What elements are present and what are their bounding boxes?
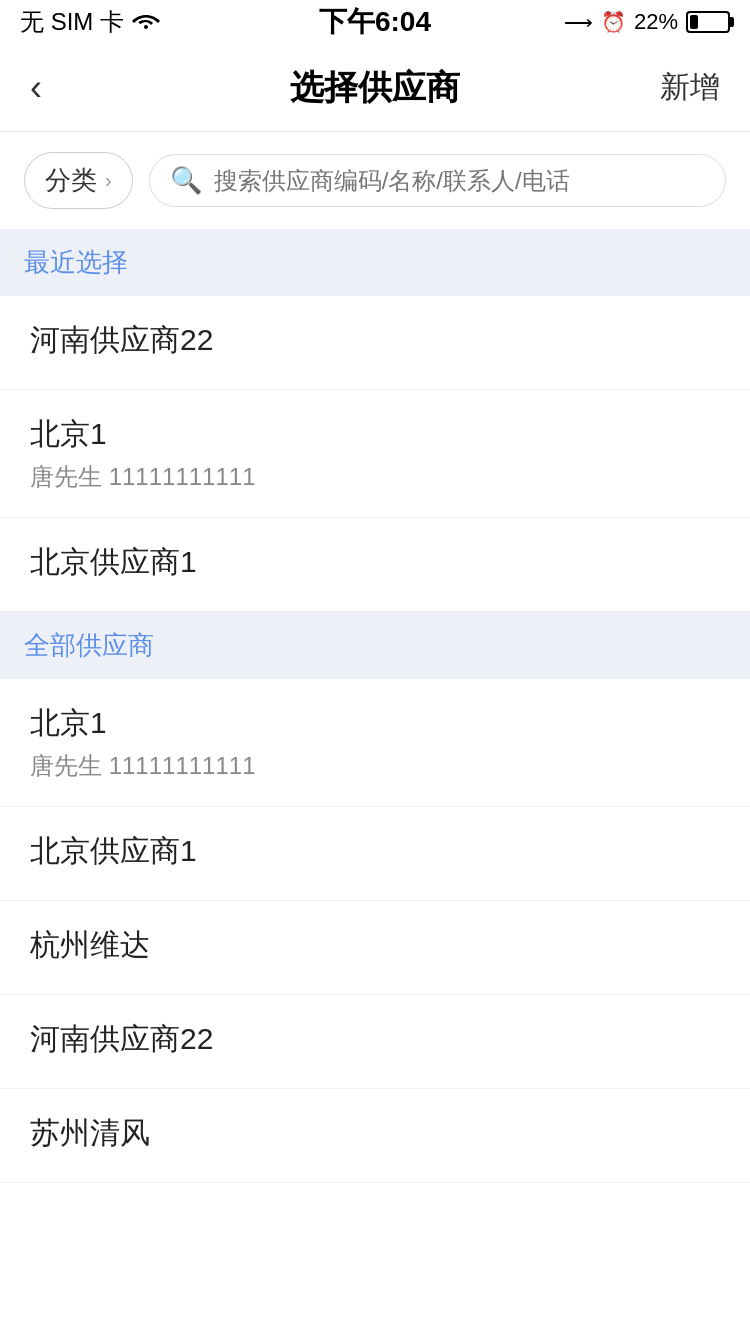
item-name: 北京供应商1 bbox=[30, 831, 720, 872]
item-name: 北京1 bbox=[30, 414, 720, 455]
list-item[interactable]: 河南供应商22 bbox=[0, 995, 750, 1089]
list-item[interactable]: 北京1 唐先生 11111111111 bbox=[0, 679, 750, 807]
wifi-icon bbox=[132, 8, 160, 36]
back-button[interactable]: ‹ bbox=[30, 67, 90, 109]
item-name: 杭州维达 bbox=[30, 925, 720, 966]
list-item[interactable]: 北京1 唐先生 11111111111 bbox=[0, 390, 750, 518]
item-name: 河南供应商22 bbox=[30, 1019, 720, 1060]
list-item[interactable]: 苏州清风 bbox=[0, 1089, 750, 1183]
item-name: 北京供应商1 bbox=[30, 542, 720, 583]
search-input[interactable] bbox=[214, 167, 705, 195]
all-list: 北京1 唐先生 11111111111 北京供应商1 杭州维达 河南供应商22 … bbox=[0, 679, 750, 1183]
item-sub: 唐先生 11111111111 bbox=[30, 461, 720, 493]
item-sub: 唐先生 11111111111 bbox=[30, 750, 720, 782]
status-left: 无 SIM 卡 bbox=[20, 6, 160, 38]
list-item[interactable]: 北京供应商1 bbox=[0, 807, 750, 901]
item-name: 苏州清风 bbox=[30, 1113, 720, 1154]
search-box[interactable]: 🔍 bbox=[149, 154, 726, 207]
all-section-header: 全部供应商 bbox=[0, 612, 750, 679]
list-item[interactable]: 河南供应商22 bbox=[0, 296, 750, 390]
list-item[interactable]: 北京供应商1 bbox=[0, 518, 750, 612]
recent-list: 河南供应商22 北京1 唐先生 11111111111 北京供应商1 bbox=[0, 296, 750, 612]
battery-icon bbox=[686, 11, 730, 33]
item-name: 河南供应商22 bbox=[30, 320, 720, 361]
search-icon: 🔍 bbox=[170, 165, 202, 196]
item-name: 北京1 bbox=[30, 703, 720, 744]
add-button[interactable]: 新增 bbox=[660, 67, 720, 108]
category-filter-button[interactable]: 分类 › bbox=[24, 152, 133, 209]
page-title: 选择供应商 bbox=[290, 65, 460, 111]
status-bar: 无 SIM 卡 下午6:04 ⟶ ⏰ 22% bbox=[0, 0, 750, 44]
recent-section-header: 最近选择 bbox=[0, 229, 750, 296]
status-time: 下午6:04 bbox=[319, 3, 431, 41]
location-icon: ⟶ bbox=[564, 10, 593, 34]
status-right: ⟶ ⏰ 22% bbox=[564, 9, 730, 35]
alarm-icon: ⏰ bbox=[601, 10, 626, 34]
no-sim-text: 无 SIM 卡 bbox=[20, 6, 124, 38]
filter-bar: 分类 › 🔍 bbox=[0, 132, 750, 229]
battery-percent: 22% bbox=[634, 9, 678, 35]
list-item[interactable]: 杭州维达 bbox=[0, 901, 750, 995]
chevron-right-icon: › bbox=[105, 169, 112, 192]
nav-bar: ‹ 选择供应商 新增 bbox=[0, 44, 750, 132]
category-label: 分类 bbox=[45, 163, 97, 198]
